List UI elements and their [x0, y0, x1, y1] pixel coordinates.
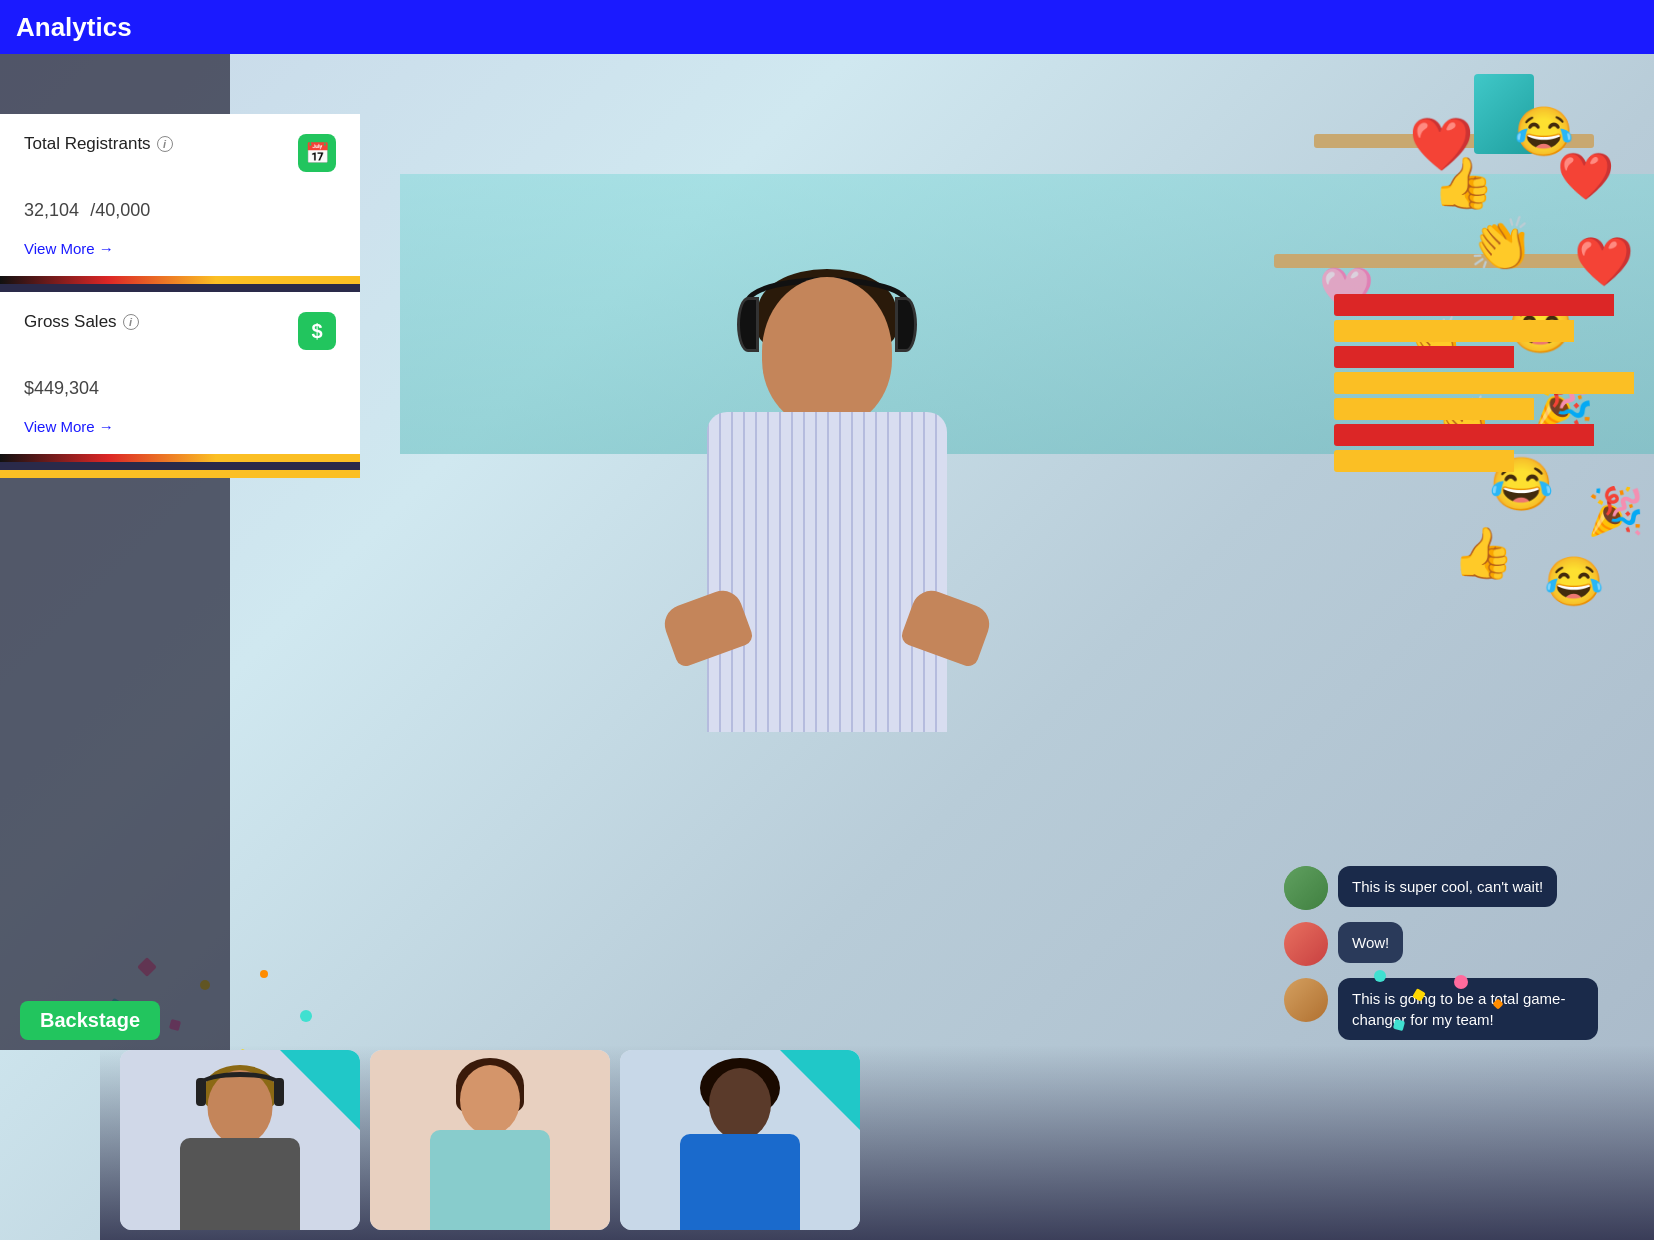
total-registrants-card: Total Registrants i 📅 32,104 /40,000 Vie… [0, 114, 360, 276]
reaction-bars [1334, 294, 1654, 476]
chat-bubble-3: This is going to be a total game-changer… [1338, 978, 1598, 1040]
reaction-bar-6 [1334, 424, 1594, 446]
shirt-stripes [707, 412, 947, 732]
thumbnail-2[interactable] [370, 1050, 610, 1230]
thumb-1-bg [120, 1050, 360, 1230]
chat-message-1: This is super cool, can't wait! [1284, 866, 1624, 910]
card-1-icon: 📅 [298, 134, 336, 172]
dark-band-2 [0, 462, 360, 470]
info-icon-2[interactable]: i [123, 314, 139, 330]
gross-sales-card: Gross Sales i $ $449,304 View More → [0, 292, 360, 454]
headphone-right [895, 297, 917, 352]
thumb-2-body [430, 1130, 550, 1230]
thumb-1-body [180, 1138, 300, 1230]
card-1-label: Total Registrants i [24, 134, 173, 154]
yellow-band [0, 470, 360, 478]
thumb-3-bg [620, 1050, 860, 1230]
card-2-icon: $ [298, 312, 336, 350]
presenter-figure [577, 247, 1077, 867]
main-area: ❤️ 😂 👍 ❤️ 👏 ❤️ 😂 👏 🎉 👏 😂 🎉 👍 😂 🩷 [0, 54, 1654, 1240]
backstage-badge[interactable]: Backstage [20, 1001, 160, 1040]
separator-1 [0, 276, 360, 284]
chat-bubble-1: This is super cool, can't wait! [1338, 866, 1557, 907]
reaction-bar-1 [1334, 294, 1614, 316]
thumb-3-teal [780, 1050, 860, 1130]
card-2-top: Gross Sales i $ [24, 312, 336, 350]
chat-message-2: Wow! [1284, 922, 1624, 966]
card-2-label: Gross Sales i [24, 312, 139, 332]
reaction-bar-2 [1334, 320, 1574, 342]
thumb-2-head [460, 1065, 520, 1135]
info-icon-1[interactable]: i [157, 136, 173, 152]
separator-2 [0, 454, 360, 462]
bottom-thumbnails [100, 1045, 1654, 1240]
chat-message-3: This is going to be a total game-changer… [1284, 978, 1624, 1040]
page-title: Analytics [16, 12, 132, 43]
reaction-bar-3 [1334, 346, 1514, 368]
thumb-3-body [680, 1134, 800, 1230]
header-bar: Analytics [0, 0, 1654, 54]
reaction-bar-5 [1334, 398, 1534, 420]
dark-band-1 [0, 284, 360, 292]
chat-avatar-1 [1284, 866, 1328, 910]
thumbnail-1[interactable] [120, 1050, 360, 1230]
reaction-bar-4 [1334, 372, 1634, 394]
analytics-cards: Total Registrants i 📅 32,104 /40,000 Vie… [0, 114, 360, 478]
thumb-2-bg [370, 1050, 610, 1230]
thumb-1-teal [280, 1050, 360, 1130]
chat-messages: This is super cool, can't wait! Wow! Thi… [1284, 866, 1624, 1040]
card-1-value: 32,104 /40,000 [24, 180, 336, 224]
presenter-head [762, 277, 892, 427]
view-more-2[interactable]: View More → [24, 418, 114, 435]
thumbnail-3[interactable] [620, 1050, 860, 1230]
chat-avatar-2 [1284, 922, 1328, 966]
card-2-value: $449,304 [24, 358, 336, 402]
card-1-top: Total Registrants i 📅 [24, 134, 336, 172]
chat-bubble-2: Wow! [1338, 922, 1403, 963]
reaction-bar-7 [1334, 450, 1514, 472]
headphone-left [737, 297, 759, 352]
thumb-3-head [709, 1068, 771, 1140]
chat-avatar-3 [1284, 978, 1328, 1022]
view-more-1[interactable]: View More → [24, 240, 114, 257]
